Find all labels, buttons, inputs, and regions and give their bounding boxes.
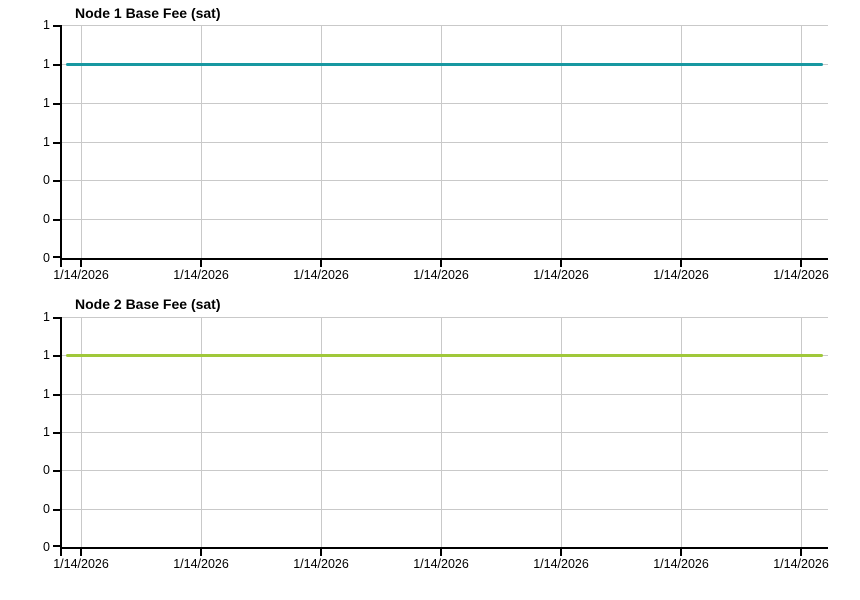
y-tick-label: 0 [0, 172, 50, 188]
x-tick-mark [440, 549, 442, 556]
y-tick-label: 1 [0, 347, 50, 363]
y-tick-mark [53, 355, 60, 357]
y-tick-mark [53, 545, 60, 547]
y-tick-label: 1 [0, 134, 50, 150]
plot-area: 11110001/14/20261/14/20261/14/20261/14/2… [60, 317, 828, 549]
y-tick-label: 0 [0, 211, 50, 227]
y-tick-mark [53, 509, 60, 511]
x-tick-label: 1/14/2026 [653, 267, 709, 283]
h-gridline [62, 219, 828, 220]
y-tick-label: 0 [0, 250, 50, 266]
x-tick-label: 1/14/2026 [293, 267, 349, 283]
x-tick-label: 1/14/2026 [653, 556, 709, 572]
h-gridline [62, 509, 828, 510]
x-tick-label: 1/14/2026 [173, 556, 229, 572]
h-gridline [62, 103, 828, 104]
v-gridline [81, 317, 82, 547]
charts-page: Node 1 Base Fee (sat) 11110001/14/20261/… [0, 0, 860, 600]
v-gridline [321, 317, 322, 547]
h-gridline [62, 432, 828, 433]
v-gridline [201, 25, 202, 258]
plot-area: 11110001/14/20261/14/20261/14/20261/14/2… [60, 25, 828, 260]
x-tick-label: 1/14/2026 [413, 267, 469, 283]
x-tick-label: 1/14/2026 [773, 267, 829, 283]
h-gridline [62, 394, 828, 395]
y-tick-mark [53, 256, 60, 258]
x-tick-label: 1/14/2026 [533, 556, 589, 572]
h-gridline [62, 180, 828, 181]
y-tick-label: 1 [0, 95, 50, 111]
y-tick-mark [53, 432, 60, 434]
chart-title: Node 2 Base Fee (sat) [75, 296, 221, 312]
x-tick-mark [60, 549, 62, 556]
x-tick-label: 1/14/2026 [173, 267, 229, 283]
x-tick-label: 1/14/2026 [773, 556, 829, 572]
series-line [66, 354, 823, 357]
x-tick-mark [560, 549, 562, 556]
chart-title: Node 1 Base Fee (sat) [75, 5, 221, 21]
x-tick-mark [560, 260, 562, 267]
x-tick-label: 1/14/2026 [53, 267, 109, 283]
y-tick-label: 1 [0, 56, 50, 72]
v-gridline [201, 317, 202, 547]
x-tick-mark [80, 549, 82, 556]
x-tick-label: 1/14/2026 [413, 556, 469, 572]
h-gridline [62, 470, 828, 471]
v-gridline [681, 25, 682, 258]
x-tick-mark [800, 260, 802, 267]
y-tick-label: 1 [0, 386, 50, 402]
y-tick-label: 1 [0, 309, 50, 325]
v-gridline [681, 317, 682, 547]
x-tick-mark [80, 260, 82, 267]
v-gridline [441, 317, 442, 547]
y-tick-mark [53, 470, 60, 472]
x-tick-mark [440, 260, 442, 267]
v-gridline [561, 317, 562, 547]
y-tick-label: 1 [0, 17, 50, 33]
y-tick-mark [53, 142, 60, 144]
y-tick-label: 0 [0, 462, 50, 478]
y-tick-mark [53, 25, 60, 27]
y-tick-mark [53, 317, 60, 319]
x-tick-mark [680, 260, 682, 267]
y-tick-label: 0 [0, 539, 50, 555]
v-gridline [561, 25, 562, 258]
x-tick-mark [200, 549, 202, 556]
v-gridline [321, 25, 322, 258]
x-tick-mark [60, 260, 62, 267]
v-gridline [81, 25, 82, 258]
y-tick-mark [53, 103, 60, 105]
y-tick-mark [53, 394, 60, 396]
x-tick-mark [680, 549, 682, 556]
x-tick-mark [200, 260, 202, 267]
h-gridline [62, 142, 828, 143]
v-gridline [801, 317, 802, 547]
y-tick-mark [53, 64, 60, 66]
x-tick-mark [800, 549, 802, 556]
x-tick-label: 1/14/2026 [293, 556, 349, 572]
v-gridline [801, 25, 802, 258]
x-tick-label: 1/14/2026 [533, 267, 589, 283]
y-tick-mark [53, 180, 60, 182]
x-tick-mark [320, 260, 322, 267]
y-tick-label: 1 [0, 424, 50, 440]
v-gridline [441, 25, 442, 258]
y-tick-label: 0 [0, 501, 50, 517]
h-gridline [62, 317, 828, 318]
x-tick-mark [320, 549, 322, 556]
series-line [66, 63, 823, 66]
y-tick-mark [53, 219, 60, 221]
x-tick-label: 1/14/2026 [53, 556, 109, 572]
h-gridline [62, 25, 828, 26]
